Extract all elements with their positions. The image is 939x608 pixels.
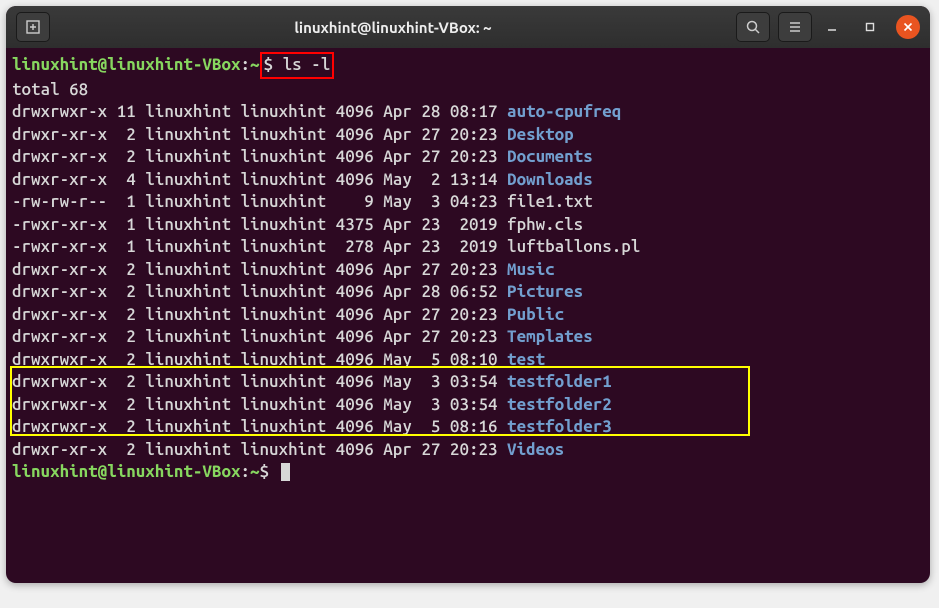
filename: Public: [507, 305, 564, 324]
listing-rows: drwxrwxr-x 11 linuxhint linuxhint 4096 A…: [12, 101, 924, 461]
list-item: drwxr-xr-x 2 linuxhint linuxhint 4096 Ap…: [12, 326, 924, 349]
prompt-colon: :: [240, 55, 250, 74]
prompt-line-2: linuxhint@linuxhint-VBox:~$: [12, 461, 924, 484]
filename: luftballons.pl: [507, 237, 640, 256]
list-item: drwxr-xr-x 2 linuxhint linuxhint 4096 Ap…: [12, 281, 924, 304]
list-item: drwxrwxr-x 2 linuxhint linuxhint 4096 Ma…: [12, 371, 924, 394]
list-item: -rwxr-xr-x 1 linuxhint linuxhint 4375 Ap…: [12, 214, 924, 237]
list-item: drwxrwxr-x 2 linuxhint linuxhint 4096 Ma…: [12, 394, 924, 417]
list-item: drwxrwxr-x 11 linuxhint linuxhint 4096 A…: [12, 101, 924, 124]
total-line: total 68: [12, 79, 924, 102]
filename: Desktop: [507, 125, 574, 144]
prompt-path: ~: [250, 462, 260, 481]
filename: Videos: [507, 440, 564, 459]
minimize-button[interactable]: [820, 15, 844, 39]
prompt-colon: :: [240, 462, 250, 481]
filename: testfolder3: [507, 417, 612, 436]
new-tab-icon: [25, 19, 41, 35]
prompt-path: ~: [250, 55, 260, 74]
list-item: drwxr-xr-x 2 linuxhint linuxhint 4096 Ap…: [12, 259, 924, 282]
filename: fphw.cls: [507, 215, 583, 234]
filename: Pictures: [507, 282, 583, 301]
filename: file1.txt: [507, 192, 593, 211]
filename: testfolder1: [507, 372, 612, 391]
maximize-icon: [865, 22, 875, 32]
search-icon: [745, 19, 761, 35]
prompt-symbol: $: [264, 55, 274, 74]
list-item: -rw-rw-r-- 1 linuxhint linuxhint 9 May 3…: [12, 191, 924, 214]
filename: auto-cpufreq: [507, 102, 621, 121]
minimize-icon: [827, 22, 837, 32]
filename: Downloads: [507, 170, 593, 189]
close-icon: [903, 22, 913, 32]
prompt-user: linuxhint@linuxhint-VBox: [12, 462, 240, 481]
list-item: drwxrwxr-x 2 linuxhint linuxhint 4096 Ma…: [12, 416, 924, 439]
list-item: -rwxr-xr-x 1 linuxhint linuxhint 278 Apr…: [12, 236, 924, 259]
filename: Templates: [507, 327, 593, 346]
window-title: linuxhint@linuxhint-VBox: ~: [58, 19, 728, 36]
maximize-button[interactable]: [858, 15, 882, 39]
filename: testfolder2: [507, 395, 612, 414]
prompt-user: linuxhint@linuxhint-VBox: [12, 55, 240, 74]
search-button[interactable]: [736, 12, 770, 42]
list-item: drwxr-xr-x 2 linuxhint linuxhint 4096 Ap…: [12, 124, 924, 147]
list-item: drwxr-xr-x 4 linuxhint linuxhint 4096 Ma…: [12, 169, 924, 192]
terminal-body[interactable]: linuxhint@linuxhint-VBox:~$ ls -l total …: [6, 48, 930, 488]
terminal-window: linuxhint@linuxhint-VBox: ~ linuxhint@li…: [6, 6, 930, 583]
cursor: [281, 463, 290, 481]
filename: Documents: [507, 147, 593, 166]
prompt-symbol: $: [260, 462, 270, 481]
close-button[interactable]: [896, 15, 920, 39]
filename: test: [507, 350, 545, 369]
list-item: drwxr-xr-x 2 linuxhint linuxhint 4096 Ap…: [12, 439, 924, 462]
new-tab-button[interactable]: [16, 12, 50, 42]
prompt-line-1: linuxhint@linuxhint-VBox:~$ ls -l: [12, 52, 924, 79]
list-item: drwxrwxr-x 2 linuxhint linuxhint 4096 Ma…: [12, 349, 924, 372]
list-item: drwxr-xr-x 2 linuxhint linuxhint 4096 Ap…: [12, 304, 924, 327]
command-text: ls -l: [283, 55, 331, 74]
command-highlight-box: $ ls -l: [260, 52, 335, 79]
hamburger-icon: [787, 19, 803, 35]
list-item: drwxr-xr-x 2 linuxhint linuxhint 4096 Ap…: [12, 146, 924, 169]
filename: Music: [507, 260, 555, 279]
titlebar: linuxhint@linuxhint-VBox: ~: [6, 6, 930, 48]
window-controls: [820, 15, 920, 39]
menu-button[interactable]: [778, 12, 812, 42]
